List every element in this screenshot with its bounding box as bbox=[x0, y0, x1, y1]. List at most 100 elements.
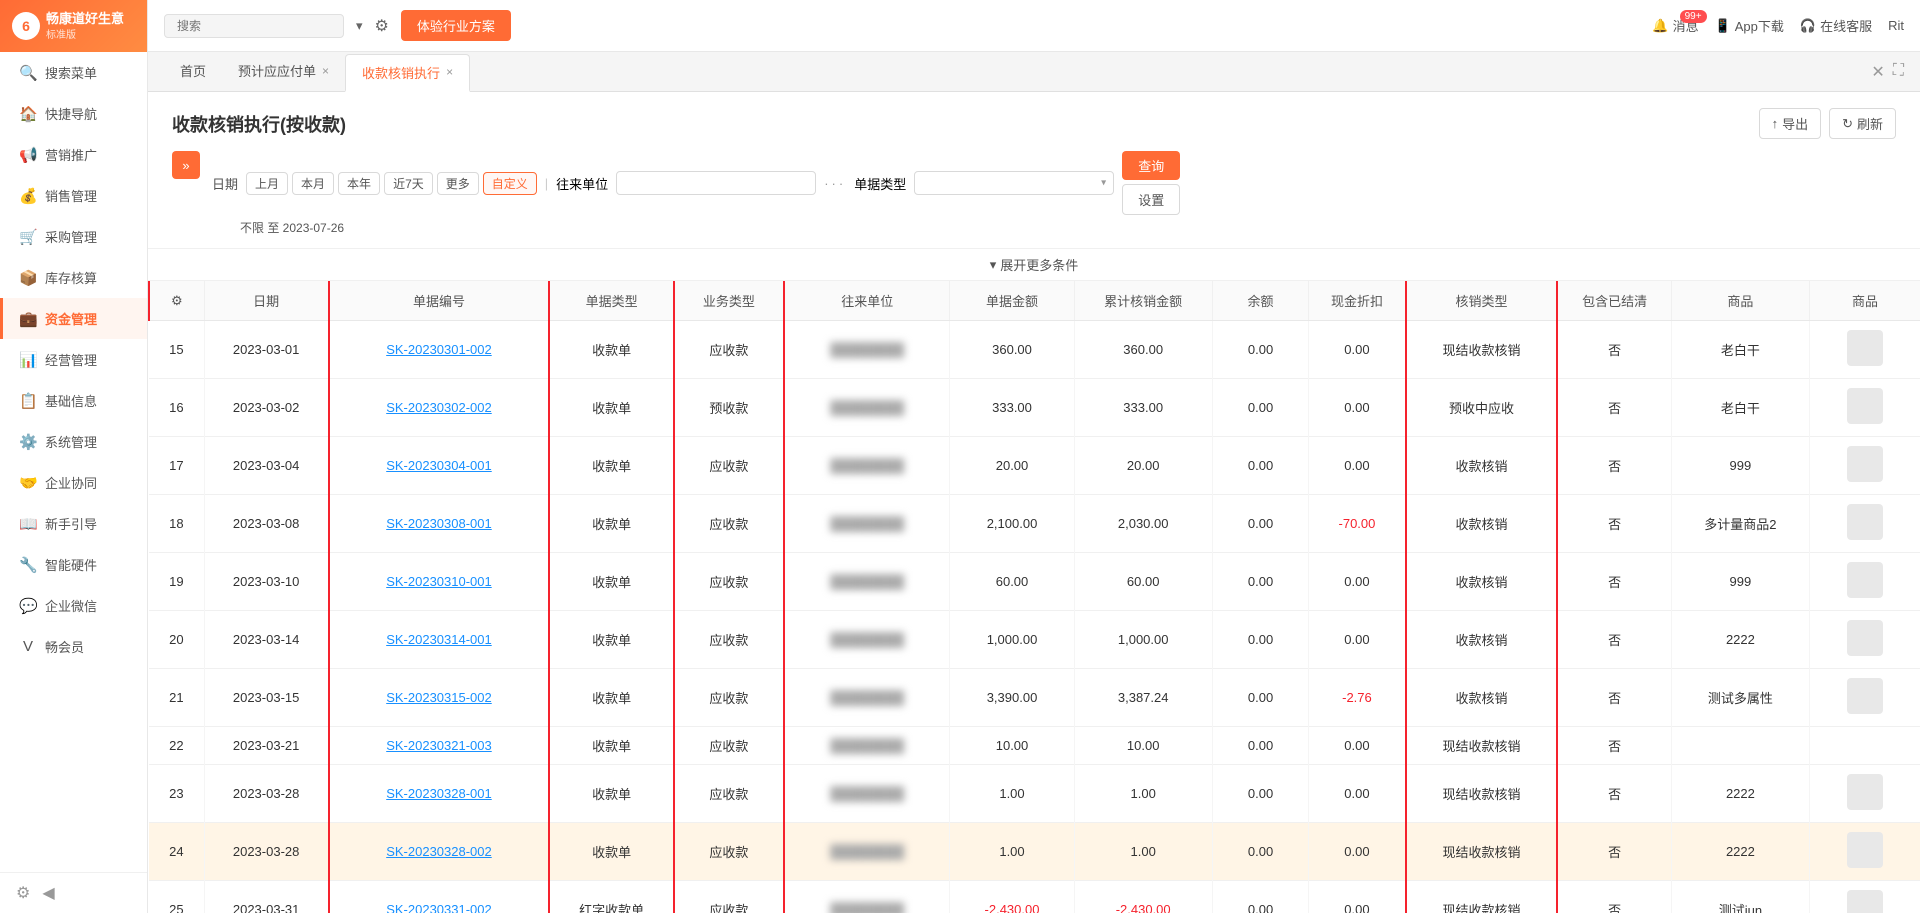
tab-maximize-icon[interactable]: ⛶ bbox=[1893, 62, 1904, 82]
sidebar-item-finance[interactable]: 💼 资金管理 bbox=[0, 298, 147, 339]
sidebar-item-marketing[interactable]: 📢 营销推广 bbox=[0, 134, 147, 175]
page-header-actions: ↑ 导出 ↻ 刷新 bbox=[1759, 108, 1896, 139]
tab-home[interactable]: 首页 bbox=[164, 53, 222, 90]
tab-home-label: 首页 bbox=[180, 61, 206, 80]
partner-filter-input[interactable] bbox=[616, 171, 816, 195]
sidebar-item-hardware[interactable]: 🔧 智能硬件 bbox=[0, 544, 147, 585]
date-btn-last-month[interactable]: 上月 bbox=[246, 172, 288, 195]
cell-doc-type: 收款单 bbox=[549, 437, 673, 495]
cell-include-settled: 否 bbox=[1557, 881, 1671, 913]
cell-include-settled: 否 bbox=[1557, 437, 1671, 495]
sidebar-item-label: 经营管理 bbox=[45, 350, 97, 369]
tab-close-icon[interactable]: ✕ bbox=[1871, 62, 1884, 82]
sidebar-item-wechat[interactable]: 💬 企业微信 bbox=[0, 585, 147, 626]
sidebar-item-purchase[interactable]: 🛒 采购管理 bbox=[0, 216, 147, 257]
cell-goods2 bbox=[1809, 765, 1920, 823]
tab-writeoff[interactable]: 收款核销执行 × bbox=[345, 54, 470, 92]
col-header-amount: 单据金额 bbox=[950, 281, 1074, 321]
col-header-balance: 余额 bbox=[1212, 281, 1309, 321]
sidebar-item-label: 新手引导 bbox=[45, 514, 97, 533]
doc-no-link[interactable]: SK-20230304-001 bbox=[386, 458, 492, 473]
cell-writeoff-amount: 360.00 bbox=[1074, 321, 1212, 379]
filter-bar: » 日期 上月 本月 本年 近7天 更多 自定义 | 往来单位 bbox=[148, 139, 1920, 249]
online-service-link[interactable]: 🎧 在线客服 bbox=[1800, 16, 1872, 35]
doc-no-link[interactable]: SK-20230315-002 bbox=[386, 690, 492, 705]
sidebar: 6 畅康道好生意 标准版 🔍 搜索菜单 🏠 快捷导航 📢 营销推广 💰 销售管理… bbox=[0, 0, 148, 913]
sidebar-settings-icon[interactable]: ⚙ bbox=[16, 883, 30, 903]
cell-doc-type: 收款单 bbox=[549, 553, 673, 611]
sidebar-item-operation[interactable]: 📊 经营管理 bbox=[0, 339, 147, 380]
cell-writeoff-type: 收款核销 bbox=[1406, 553, 1558, 611]
tab-writeoff-close[interactable]: × bbox=[446, 65, 453, 79]
doc-no-link[interactable]: SK-20230302-002 bbox=[386, 400, 492, 415]
cell-goods: 测试多属性 bbox=[1671, 669, 1809, 727]
cell-goods2 bbox=[1809, 379, 1920, 437]
sidebar-item-system[interactable]: ⚙️ 系统管理 bbox=[0, 421, 147, 462]
cell-doc-no: SK-20230315-002 bbox=[329, 669, 550, 727]
filter-toggle-button[interactable]: » bbox=[172, 151, 200, 179]
sidebar-item-inventory[interactable]: 📦 库存核算 bbox=[0, 257, 147, 298]
cell-writeoff-amount: 10.00 bbox=[1074, 727, 1212, 765]
cell-include-settled: 否 bbox=[1557, 495, 1671, 553]
cell-date: 2023-03-21 bbox=[204, 727, 328, 765]
solution-button[interactable]: 体验行业方案 bbox=[401, 10, 511, 41]
date-btn-custom[interactable]: 自定义 bbox=[483, 172, 537, 195]
doc-no-link[interactable]: SK-20230328-002 bbox=[386, 844, 492, 859]
cell-goods2 bbox=[1809, 553, 1920, 611]
sidebar-item-basic[interactable]: 📋 基础信息 bbox=[0, 380, 147, 421]
expand-more-conditions[interactable]: ▾ 展开更多条件 bbox=[148, 249, 1920, 281]
cell-goods2 bbox=[1809, 823, 1920, 881]
cell-writeoff-amount: 1,000.00 bbox=[1074, 611, 1212, 669]
table-body: 15 2023-03-01 SK-20230301-002 收款单 应收款 ██… bbox=[149, 321, 1920, 913]
app-download-link[interactable]: 📱 App下载 bbox=[1715, 16, 1784, 35]
tab-pending-close[interactable]: × bbox=[322, 64, 329, 78]
doc-no-link[interactable]: SK-20230301-002 bbox=[386, 342, 492, 357]
cell-goods bbox=[1671, 727, 1809, 765]
sidebar-item-sales[interactable]: 💰 销售管理 bbox=[0, 175, 147, 216]
date-btn-more[interactable]: 更多 bbox=[437, 172, 479, 195]
cell-goods2 bbox=[1809, 727, 1920, 765]
doc-no-link[interactable]: SK-20230310-001 bbox=[386, 574, 492, 589]
cell-writeoff-type: 收款核销 bbox=[1406, 437, 1558, 495]
cell-cash-discount: -2.76 bbox=[1309, 669, 1406, 727]
cell-seq: 20 bbox=[149, 611, 204, 669]
cell-writeoff-amount: 60.00 bbox=[1074, 553, 1212, 611]
sidebar-item-shortcut[interactable]: 🏠 快捷导航 bbox=[0, 93, 147, 134]
table-row: 24 2023-03-28 SK-20230328-002 收款单 应收款 ██… bbox=[149, 823, 1920, 881]
date-btn-this-year[interactable]: 本年 bbox=[338, 172, 380, 195]
date-btn-this-month[interactable]: 本月 bbox=[292, 172, 334, 195]
search-input[interactable] bbox=[164, 14, 344, 38]
message-button[interactable]: 🔔 消息 99+ bbox=[1652, 16, 1698, 35]
cell-writeoff-type: 现结收款核销 bbox=[1406, 321, 1558, 379]
cell-goods2 bbox=[1809, 669, 1920, 727]
query-button[interactable]: 查询 bbox=[1122, 151, 1180, 180]
sidebar-item-enterprise[interactable]: 🤝 企业协同 bbox=[0, 462, 147, 503]
cell-date: 2023-03-02 bbox=[204, 379, 328, 437]
doc-no-link[interactable]: SK-20230314-001 bbox=[386, 632, 492, 647]
doc-no-link[interactable]: SK-20230321-003 bbox=[386, 738, 492, 753]
doc-type-select[interactable] bbox=[914, 171, 1114, 195]
table-row: 18 2023-03-08 SK-20230308-001 收款单 应收款 ██… bbox=[149, 495, 1920, 553]
doc-no-link[interactable]: SK-20230328-001 bbox=[386, 786, 492, 801]
cell-writeoff-type: 收款核销 bbox=[1406, 669, 1558, 727]
settings-button[interactable]: 设置 bbox=[1122, 184, 1180, 215]
cell-doc-no: SK-20230310-001 bbox=[329, 553, 550, 611]
sidebar-item-search[interactable]: 🔍 搜索菜单 bbox=[0, 52, 147, 93]
app-name: 畅康道好生意 bbox=[46, 11, 124, 27]
export-button[interactable]: ↑ 导出 bbox=[1759, 108, 1822, 139]
sidebar-collapse-icon[interactable]: ◀ bbox=[42, 883, 54, 903]
cell-cash-discount: 0.00 bbox=[1309, 823, 1406, 881]
dropdown-icon[interactable]: ▾ bbox=[356, 18, 363, 34]
tab-pending[interactable]: 预计应应付单 × bbox=[222, 53, 345, 90]
doc-no-link[interactable]: SK-20230331-002 bbox=[386, 902, 492, 913]
sidebar-item-member[interactable]: V 畅会员 bbox=[0, 626, 147, 667]
refresh-button[interactable]: ↻ 刷新 bbox=[1829, 108, 1896, 139]
date-btn-7days[interactable]: 近7天 bbox=[384, 172, 433, 195]
col-header-goods: 商品 bbox=[1671, 281, 1809, 321]
sidebar-item-guide[interactable]: 📖 新手引导 bbox=[0, 503, 147, 544]
doc-no-link[interactable]: SK-20230308-001 bbox=[386, 516, 492, 531]
cell-writeoff-amount: 20.00 bbox=[1074, 437, 1212, 495]
cell-date: 2023-03-28 bbox=[204, 765, 328, 823]
gear-icon[interactable]: ⚙ bbox=[171, 293, 183, 308]
topbar-gear-icon[interactable]: ⚙ bbox=[375, 16, 389, 36]
